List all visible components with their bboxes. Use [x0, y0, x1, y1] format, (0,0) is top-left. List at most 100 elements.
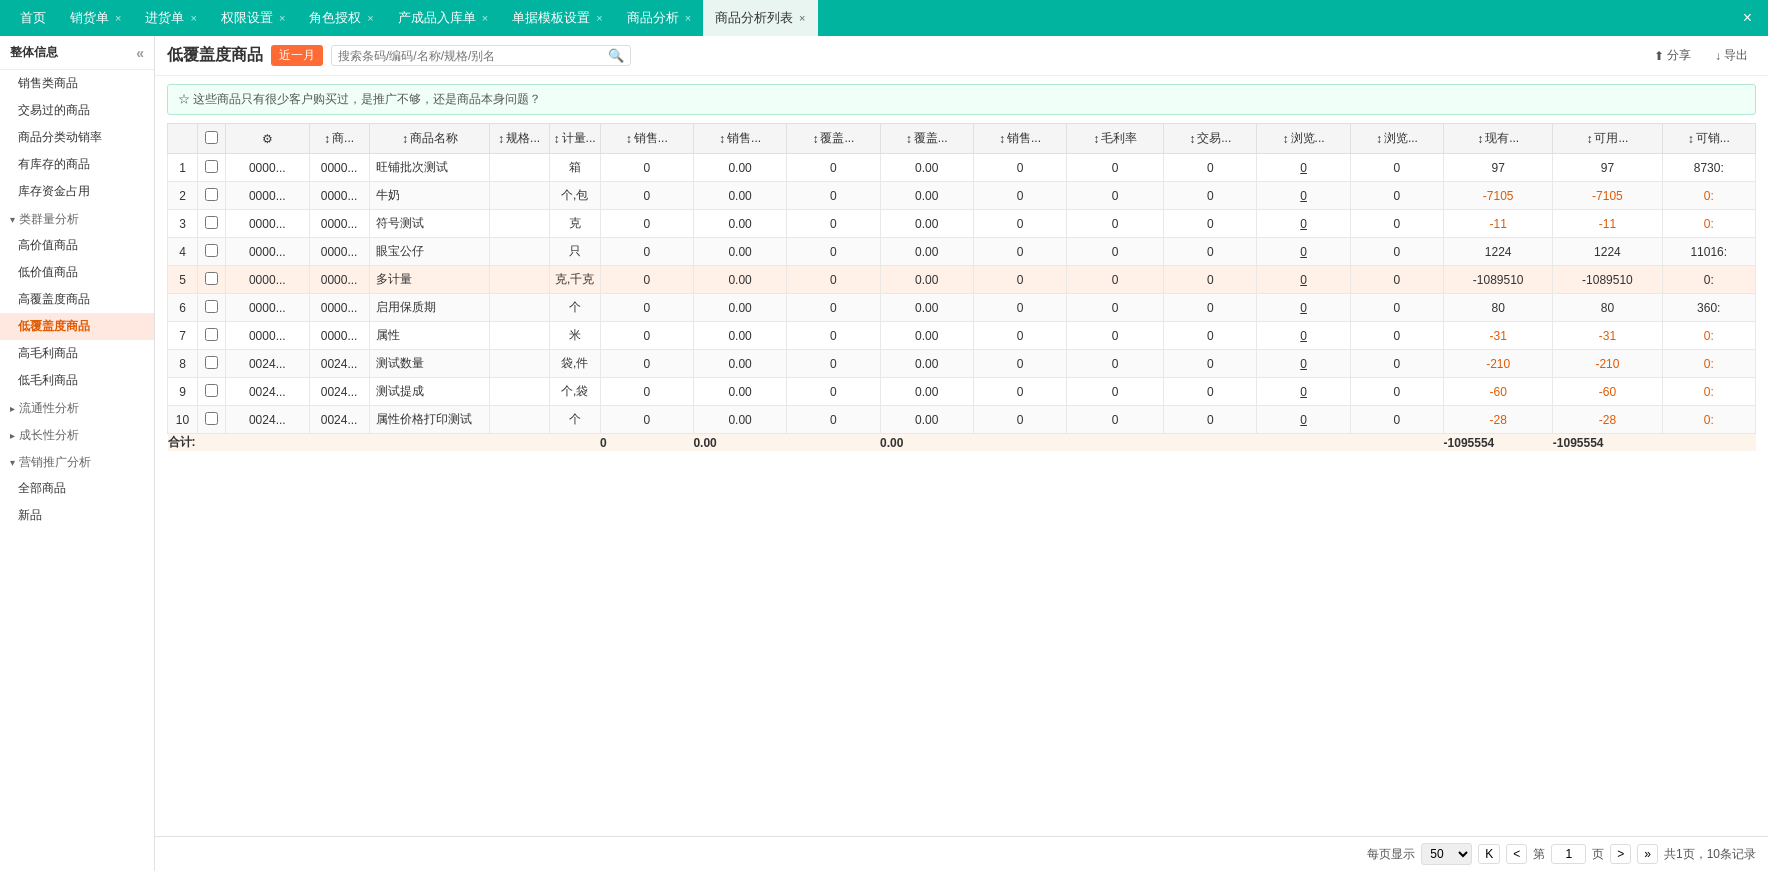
select-all-checkbox[interactable] — [205, 131, 218, 144]
share-button[interactable]: ⬆ 分享 — [1646, 44, 1699, 67]
cell-check[interactable] — [198, 406, 226, 434]
row-checkbox[interactable] — [205, 216, 218, 229]
cell-check[interactable] — [198, 238, 226, 266]
row-checkbox[interactable] — [205, 272, 218, 285]
col-header-cover1[interactable]: ↕ 覆盖... — [787, 124, 880, 154]
nav-close-permission[interactable]: × — [279, 12, 285, 24]
row-checkbox[interactable] — [205, 384, 218, 397]
col-header-cover2[interactable]: ↕ 覆盖... — [880, 124, 973, 154]
cell-browse1[interactable]: 0 — [1257, 154, 1350, 182]
sidebar-group-cluster-analysis[interactable]: ▾ 类群量分析 — [0, 205, 154, 232]
row-checkbox[interactable] — [205, 356, 218, 369]
cell-check[interactable] — [198, 266, 226, 294]
col-header-check[interactable] — [198, 124, 226, 154]
nav-close-product-inbound[interactable]: × — [482, 12, 488, 24]
sidebar-item-new-goods[interactable]: 新品 — [0, 502, 154, 529]
col-header-code[interactable]: ↕ 商... — [309, 124, 369, 154]
sidebar-item-traded-goods[interactable]: 交易过的商品 — [0, 97, 154, 124]
nav-doc-template[interactable]: 单据模板设置 × — [500, 0, 614, 36]
cell-browse1[interactable]: 0 — [1257, 322, 1350, 350]
cell-name[interactable]: 符号测试 — [369, 210, 489, 238]
col-header-settings[interactable]: ⚙ — [226, 124, 310, 154]
cell-check[interactable] — [198, 322, 226, 350]
cell-browse1[interactable]: 0 — [1257, 210, 1350, 238]
cell-name[interactable]: 测试数量 — [369, 350, 489, 378]
col-header-spec[interactable]: ↕ 规格... — [489, 124, 549, 154]
sidebar-group-marketing[interactable]: ▾ 营销推广分析 — [0, 448, 154, 475]
col-header-sales3[interactable]: ↕ 销售... — [973, 124, 1066, 154]
cell-check[interactable] — [198, 182, 226, 210]
cell-browse1[interactable]: 0 — [1257, 406, 1350, 434]
nav-permission[interactable]: 权限设置 × — [209, 0, 297, 36]
col-header-browse1[interactable]: ↕ 浏览... — [1257, 124, 1350, 154]
sidebar-item-low-coverage[interactable]: 低覆盖度商品 — [0, 313, 154, 340]
cell-check[interactable] — [198, 294, 226, 322]
sidebar-item-low-value[interactable]: 低价值商品 — [0, 259, 154, 286]
export-button[interactable]: ↓ 导出 — [1707, 44, 1756, 67]
nav-close-goods-analysis-list[interactable]: × — [799, 12, 805, 24]
cell-name[interactable]: 测试提成 — [369, 378, 489, 406]
nav-sales-order[interactable]: 销货单 × — [58, 0, 133, 36]
sidebar-item-high-value[interactable]: 高价值商品 — [0, 232, 154, 259]
cell-name[interactable]: 启用保质期 — [369, 294, 489, 322]
sidebar-group-growth[interactable]: ▸ 成长性分析 — [0, 421, 154, 448]
sidebar-item-stocked-goods[interactable]: 有库存的商品 — [0, 151, 154, 178]
cell-name[interactable]: 多计量 — [369, 266, 489, 294]
col-header-sales1[interactable]: ↕ 销售... — [600, 124, 693, 154]
col-header-browse2[interactable]: ↕ 浏览... — [1350, 124, 1443, 154]
cell-name[interactable]: 眼宝公仔 — [369, 238, 489, 266]
nav-home[interactable]: 首页 — [8, 0, 58, 36]
nav-purchase-order[interactable]: 进货单 × — [133, 0, 208, 36]
next-page-button[interactable]: > — [1610, 844, 1631, 864]
cell-name[interactable]: 属性价格打印测试 — [369, 406, 489, 434]
col-header-available[interactable]: ↕ 可用... — [1553, 124, 1662, 154]
cell-browse1[interactable]: 0 — [1257, 182, 1350, 210]
row-checkbox[interactable] — [205, 328, 218, 341]
data-table-wrapper[interactable]: ⚙ ↕ 商... ↕ 商品名称 ↕ 规格... ↕ 计量... ↕ 销售... … — [167, 123, 1756, 836]
cell-name[interactable]: 属性 — [369, 322, 489, 350]
cell-name[interactable]: 牛奶 — [369, 182, 489, 210]
nav-close-sales-order[interactable]: × — [115, 12, 121, 24]
cell-browse1[interactable]: 0 — [1257, 238, 1350, 266]
nav-close-goods-analysis[interactable]: × — [685, 12, 691, 24]
sidebar-collapse-button[interactable]: « — [136, 45, 144, 61]
cell-check[interactable] — [198, 154, 226, 182]
nav-role-auth[interactable]: 角色授权 × — [297, 0, 385, 36]
last-page-button[interactable]: » — [1637, 844, 1658, 864]
sidebar-item-inventory-capital[interactable]: 库存资金占用 — [0, 178, 154, 205]
col-header-sales2[interactable]: ↕ 销售... — [693, 124, 786, 154]
per-page-select[interactable]: 50 20 100 — [1421, 843, 1472, 865]
nav-product-inbound[interactable]: 产成品入库单 × — [386, 0, 500, 36]
sidebar-item-category-sales-rate[interactable]: 商品分类动销率 — [0, 124, 154, 151]
row-checkbox[interactable] — [205, 160, 218, 173]
row-checkbox[interactable] — [205, 300, 218, 313]
window-close-button[interactable]: × — [1735, 9, 1760, 27]
cell-browse1[interactable]: 0 — [1257, 266, 1350, 294]
nav-goods-analysis[interactable]: 商品分析 × — [615, 0, 703, 36]
row-checkbox[interactable] — [205, 188, 218, 201]
cell-check[interactable] — [198, 210, 226, 238]
prev-page-button[interactable]: < — [1506, 844, 1527, 864]
col-header-unit[interactable]: ↕ 计量... — [549, 124, 600, 154]
nav-close-role-auth[interactable]: × — [367, 12, 373, 24]
cell-check[interactable] — [198, 378, 226, 406]
col-header-trade[interactable]: ↕ 交易... — [1164, 124, 1257, 154]
cell-browse1[interactable]: 0 — [1257, 378, 1350, 406]
cell-name[interactable]: 旺铺批次测试 — [369, 154, 489, 182]
nav-close-purchase[interactable]: × — [190, 12, 196, 24]
sidebar-item-high-coverage[interactable]: 高覆盖度商品 — [0, 286, 154, 313]
sidebar-group-circulation[interactable]: ▸ 流通性分析 — [0, 394, 154, 421]
cell-browse1[interactable]: 0 — [1257, 350, 1350, 378]
col-header-saleable[interactable]: ↕ 可销... — [1662, 124, 1755, 154]
cell-check[interactable] — [198, 350, 226, 378]
page-number-input[interactable] — [1551, 844, 1586, 864]
nav-close-doc-template[interactable]: × — [596, 12, 602, 24]
sidebar-item-high-gross[interactable]: 高毛利商品 — [0, 340, 154, 367]
row-checkbox[interactable] — [205, 244, 218, 257]
col-header-current[interactable]: ↕ 现有... — [1444, 124, 1553, 154]
search-input[interactable] — [338, 49, 608, 63]
nav-goods-analysis-list[interactable]: 商品分析列表 × — [703, 0, 817, 36]
time-filter-button[interactable]: 近一月 — [271, 45, 323, 66]
sidebar-item-all-goods[interactable]: 全部商品 — [0, 475, 154, 502]
first-page-button[interactable]: K — [1478, 844, 1500, 864]
